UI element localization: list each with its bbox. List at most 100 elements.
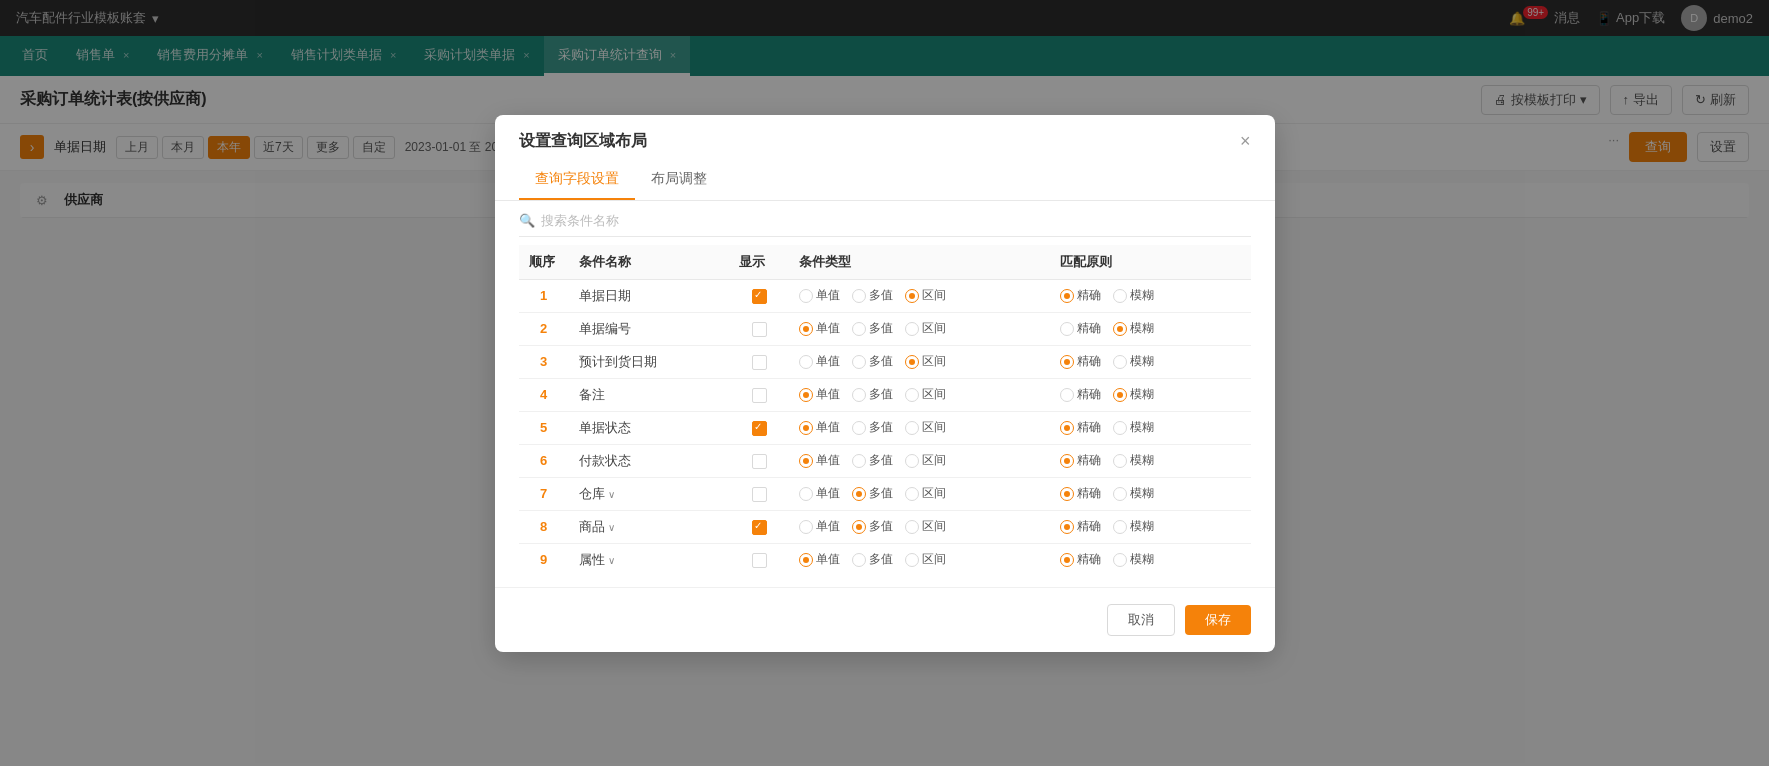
- radio-dot-exact: [1060, 553, 1074, 567]
- radio-label-multi: 多值: [869, 386, 893, 403]
- radio-option-exact[interactable]: 精确: [1060, 287, 1101, 304]
- radio-option-multi[interactable]: 多值: [852, 419, 893, 436]
- th-name: 条件名称: [569, 245, 729, 280]
- search-input[interactable]: [541, 213, 741, 228]
- radio-option-single[interactable]: 单值: [799, 287, 840, 304]
- radio-option-range[interactable]: 区间: [905, 419, 946, 436]
- radio-dot-multi: [852, 520, 866, 534]
- radio-option-multi[interactable]: 多值: [852, 353, 893, 370]
- radio-dot-fuzzy: [1113, 322, 1127, 336]
- row-dropdown-icon[interactable]: ∨: [608, 522, 615, 533]
- radio-dot-range: [905, 520, 919, 534]
- radio-option-range[interactable]: 区间: [905, 320, 946, 337]
- radio-option-fuzzy[interactable]: 模糊: [1113, 419, 1154, 436]
- radio-option-single[interactable]: 单值: [799, 386, 840, 403]
- radio-option-exact[interactable]: 精确: [1060, 353, 1101, 370]
- radio-option-range[interactable]: 区间: [905, 353, 946, 370]
- type-radio-group: 单值多值区间: [799, 287, 1040, 304]
- row-type: 单值 多值区间: [789, 378, 1050, 411]
- row-show: [729, 444, 789, 477]
- radio-option-range[interactable]: 区间: [905, 551, 946, 568]
- radio-option-range[interactable]: 区间: [905, 452, 946, 469]
- radio-option-exact[interactable]: 精确: [1060, 386, 1101, 403]
- radio-option-exact[interactable]: 精确: [1060, 485, 1101, 502]
- radio-option-fuzzy[interactable]: 模糊: [1113, 551, 1154, 568]
- radio-label-fuzzy: 模糊: [1130, 485, 1154, 502]
- row-dropdown-icon[interactable]: ∨: [608, 555, 615, 566]
- radio-option-range[interactable]: 区间: [905, 485, 946, 502]
- modal-header: 设置查询区域布局 ×: [495, 115, 1275, 152]
- radio-option-multi[interactable]: 多值: [852, 518, 893, 535]
- radio-option-single[interactable]: 单值: [799, 419, 840, 436]
- radio-option-multi[interactable]: 多值: [852, 452, 893, 469]
- radio-option-fuzzy[interactable]: 模糊: [1113, 287, 1154, 304]
- radio-dot-multi: [852, 454, 866, 468]
- row-checkbox[interactable]: [752, 289, 767, 304]
- radio-option-exact[interactable]: 精确: [1060, 419, 1101, 436]
- radio-label-multi: 多值: [869, 353, 893, 370]
- modal-body: 🔍 顺序 条件名称 显示 条件类型 匹配原则: [495, 201, 1275, 587]
- radio-option-fuzzy[interactable]: 模糊: [1113, 320, 1154, 337]
- radio-dot-range: [905, 322, 919, 336]
- radio-option-exact[interactable]: 精确: [1060, 320, 1101, 337]
- radio-option-single[interactable]: 单值: [799, 320, 840, 337]
- radio-option-exact[interactable]: 精确: [1060, 518, 1101, 535]
- save-button[interactable]: 保存: [1185, 605, 1251, 635]
- row-show: [729, 477, 789, 510]
- radio-option-single[interactable]: 单值: [799, 353, 840, 370]
- radio-dot-fuzzy: [1113, 487, 1127, 501]
- radio-option-single[interactable]: 单值: [799, 452, 840, 469]
- row-checkbox[interactable]: [752, 421, 767, 436]
- radio-label-exact: 精确: [1077, 452, 1101, 469]
- radio-option-range[interactable]: 区间: [905, 518, 946, 535]
- row-show: [729, 378, 789, 411]
- radio-option-multi[interactable]: 多值: [852, 287, 893, 304]
- row-checkbox[interactable]: [752, 322, 767, 337]
- radio-option-fuzzy[interactable]: 模糊: [1113, 518, 1154, 535]
- row-checkbox[interactable]: [752, 553, 767, 568]
- radio-option-fuzzy[interactable]: 模糊: [1113, 485, 1154, 502]
- match-radio-group: 精确 模糊: [1060, 353, 1241, 370]
- radio-dot-multi: [852, 388, 866, 402]
- row-type: 单值多值区间: [789, 279, 1050, 312]
- radio-dot-exact: [1060, 520, 1074, 534]
- search-bar: 🔍: [519, 213, 1251, 237]
- row-checkbox[interactable]: [752, 520, 767, 535]
- row-show: [729, 411, 789, 444]
- radio-dot-fuzzy: [1113, 355, 1127, 369]
- radio-option-multi[interactable]: 多值: [852, 386, 893, 403]
- radio-option-exact[interactable]: 精确: [1060, 551, 1101, 568]
- radio-option-multi[interactable]: 多值: [852, 485, 893, 502]
- radio-label-multi: 多值: [869, 419, 893, 436]
- modal-close-button[interactable]: ×: [1240, 132, 1251, 150]
- radio-option-fuzzy[interactable]: 模糊: [1113, 386, 1154, 403]
- radio-option-fuzzy[interactable]: 模糊: [1113, 452, 1154, 469]
- modal-tab-layout-adjust[interactable]: 布局调整: [635, 164, 723, 200]
- radio-label-fuzzy: 模糊: [1130, 287, 1154, 304]
- config-table-scroll: 顺序 条件名称 显示 条件类型 匹配原则 1单据日期单值多值区间精确模糊2单据编…: [519, 245, 1251, 575]
- row-checkbox[interactable]: [752, 454, 767, 469]
- radio-option-single[interactable]: 单值: [799, 551, 840, 568]
- radio-dot-multi: [852, 487, 866, 501]
- radio-dot-multi: [852, 322, 866, 336]
- row-checkbox[interactable]: [752, 355, 767, 370]
- radio-option-multi[interactable]: 多值: [852, 320, 893, 337]
- radio-dot-fuzzy: [1113, 553, 1127, 567]
- radio-label-exact: 精确: [1077, 353, 1101, 370]
- row-name: 单据状态: [569, 411, 729, 444]
- row-dropdown-icon[interactable]: ∨: [608, 489, 615, 500]
- radio-option-fuzzy[interactable]: 模糊: [1113, 353, 1154, 370]
- row-checkbox[interactable]: [752, 487, 767, 502]
- cancel-button[interactable]: 取消: [1107, 604, 1175, 636]
- modal-tab-query-fields[interactable]: 查询字段设置: [519, 164, 635, 200]
- radio-option-multi[interactable]: 多值: [852, 551, 893, 568]
- radio-option-single[interactable]: 单值: [799, 518, 840, 535]
- row-checkbox[interactable]: [752, 388, 767, 403]
- radio-option-exact[interactable]: 精确: [1060, 452, 1101, 469]
- match-radio-group: 精确模糊: [1060, 320, 1241, 337]
- radio-option-range[interactable]: 区间: [905, 287, 946, 304]
- radio-label-fuzzy: 模糊: [1130, 353, 1154, 370]
- radio-option-range[interactable]: 区间: [905, 386, 946, 403]
- radio-option-single[interactable]: 单值: [799, 485, 840, 502]
- config-table-row: 8商品 ∨单值多值区间精确模糊: [519, 510, 1251, 543]
